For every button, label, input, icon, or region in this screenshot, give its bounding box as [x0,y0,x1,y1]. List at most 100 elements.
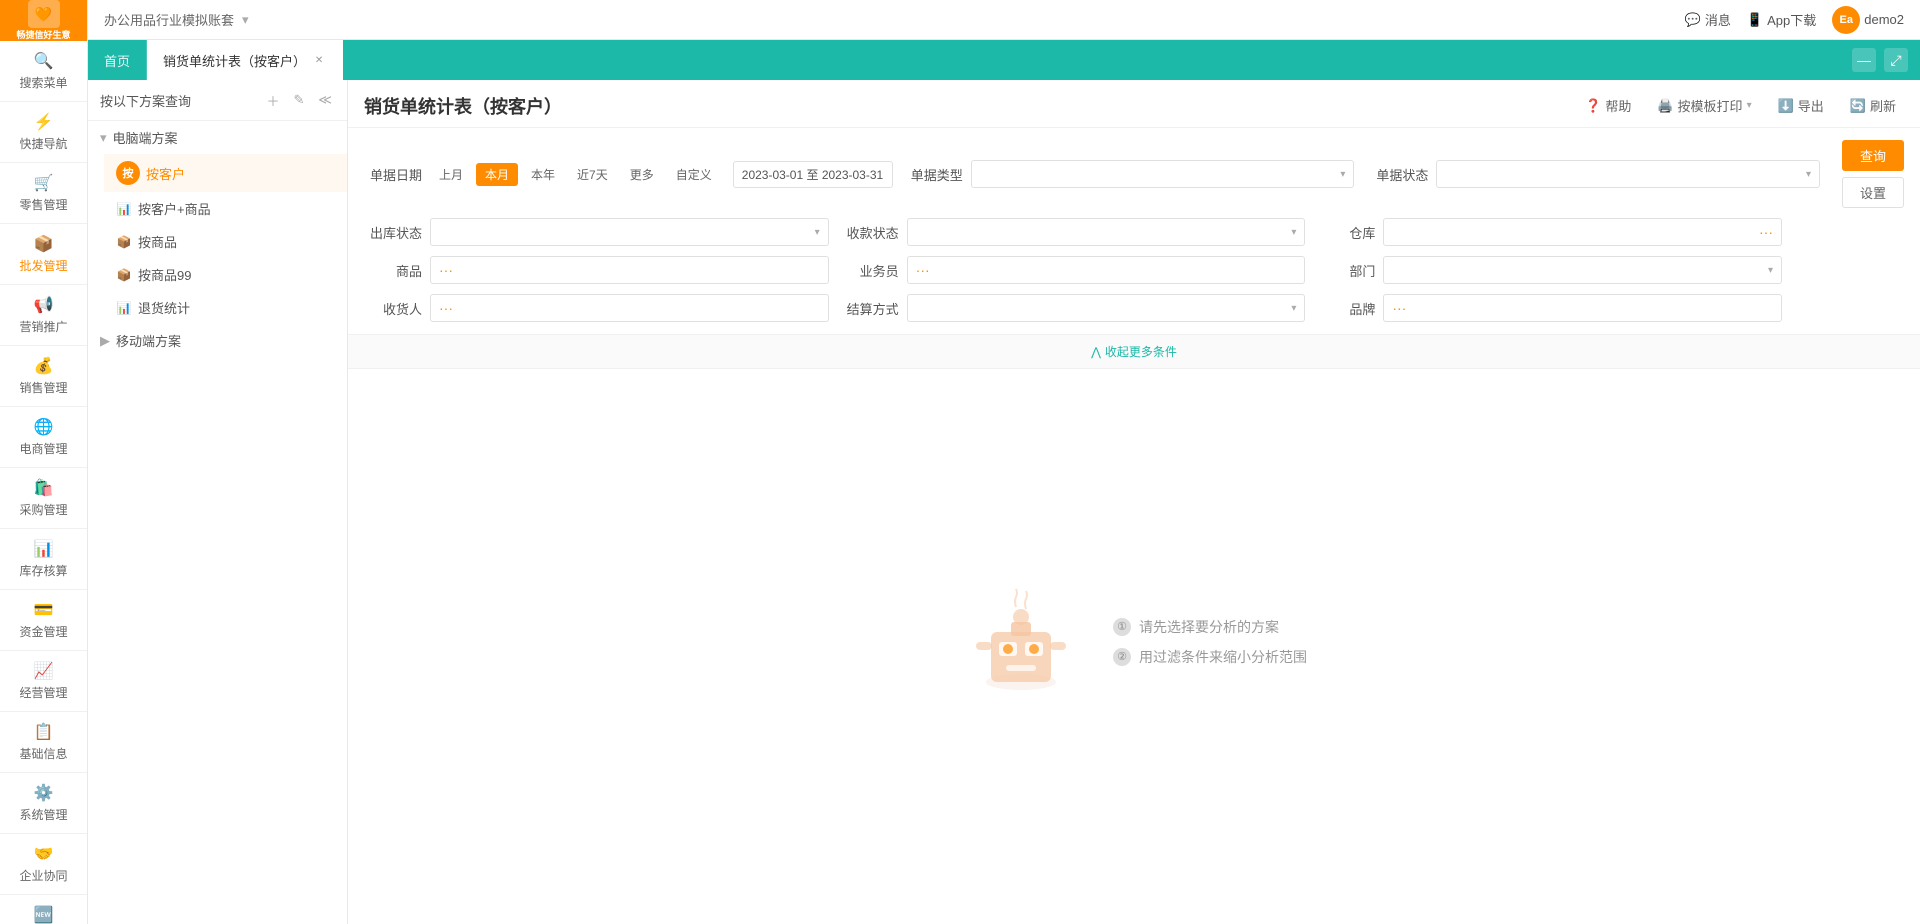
retail-icon: 🛒 [34,173,54,193]
tree-item-return-stats[interactable]: 📊 退货统计 [104,291,347,324]
print-btn[interactable]: 🖨️ 按模板打印 ▾ [1649,92,1759,119]
settings-btn[interactable]: 设置 [1842,177,1904,208]
sidebar-item-search[interactable]: 🔍 搜索菜单 [0,41,88,102]
sidebar-item-label: 销售管理 [19,379,67,396]
dropdown-icon[interactable]: ▾ [242,12,249,28]
sidebar-item-retail[interactable]: 🛒 零售管理 [0,163,88,224]
app-download-btn[interactable]: 📱 App下载 [1747,10,1816,29]
print-icon: 🖨️ [1657,98,1673,114]
brand-dots: ··· [1392,300,1406,316]
hint-num-2: ② [1113,648,1131,666]
export-btn[interactable]: ⬇️ 导出 [1770,92,1832,119]
sidebar-item-newguide[interactable]: 🆕 新手引导 [0,895,88,924]
tab-bar: 首页 销货单统计表（按客户） ✕ — ⤢ [88,40,1920,80]
tree-group-mobile[interactable]: ▶ 移动端方案 [88,324,347,357]
app-download-label: App下载 [1767,10,1816,29]
product-input: ··· [430,256,829,284]
tab-close-icon[interactable]: ✕ [312,53,326,67]
page-header: 销货单统计表（按客户） ❓ 帮助 🖨️ 按模板打印 ▾ ⬇️ 导出 [348,80,1920,128]
salesperson-select[interactable]: ··· [907,256,1306,284]
sidebar-item-marketing[interactable]: 📢 营销推广 [0,285,88,346]
sidebar-item-finance[interactable]: 💳 资金管理 [0,590,88,651]
page-actions: ❓ 帮助 🖨️ 按模板打印 ▾ ⬇️ 导出 🔄 刷新 [1577,92,1904,119]
warehouse-select[interactable]: ··· [1383,218,1782,246]
filter-cell-warehouse: 仓库 ··· [1317,218,1782,246]
date-tab-custom[interactable]: 自定义 [667,163,721,186]
receive-status-input: ▾ [907,218,1306,246]
date-tab-last7[interactable]: 近7天 [568,163,617,186]
date-tab-this-month[interactable]: 本月 [476,163,518,186]
tree-group-desktop[interactable]: ▾ 电脑端方案 [88,121,347,154]
edit-scheme-btn[interactable]: ✎ [289,90,309,110]
order-status-select[interactable]: ▾ [1436,160,1820,188]
sidebar-item-purchase[interactable]: 🛍️ 采购管理 [0,468,88,529]
date-range-input[interactable]: 2023-03-01 至 2023-03-31 [733,161,893,188]
settlement-select[interactable]: ▾ [907,294,1306,322]
help-btn[interactable]: ❓ 帮助 [1577,92,1639,119]
hint-num-1: ① [1113,618,1131,636]
hint-text-1: 请先选择要分析的方案 [1139,617,1279,637]
product-select[interactable]: ··· [430,256,829,284]
user-info[interactable]: Ea demo2 [1832,6,1904,34]
out-status-select[interactable]: ▾ [430,218,829,246]
warehouse-input: ··· [1383,218,1782,246]
sidebar-item-basic[interactable]: 📋 基础信息 [0,712,88,773]
ecommerce-icon: 🌐 [34,417,54,437]
query-buttons: 查询 设置 [1842,140,1904,208]
sales-icon: 💰 [34,356,54,376]
date-tab-this-year[interactable]: 本年 [522,163,564,186]
date-tab-last-month[interactable]: 上月 [430,163,472,186]
active-indicator: 按 [116,161,140,185]
brand-select[interactable]: ··· [1383,294,1782,322]
sidebar-item-quick[interactable]: ⚡ 快捷导航 [0,102,88,163]
tree-item-by-product[interactable]: 📦 按商品 [104,225,347,258]
receive-status-label: 收款状态 [841,223,899,242]
tree-item-by-product-99[interactable]: 📦 按商品99 [104,258,347,291]
tab-report[interactable]: 销货单统计表（按客户） ✕ [147,40,343,80]
app-download-icon: 📱 [1747,12,1763,28]
tree-item-by-customer[interactable]: 按 按客户 [104,154,347,192]
collapse-panel-btn[interactable]: ≪ [315,90,335,110]
refresh-icon: 🔄 [1850,98,1866,114]
brand-input: ··· [1383,294,1782,322]
order-type-label: 单据类型 [905,165,963,184]
receive-status-select[interactable]: ▾ [907,218,1306,246]
tab-maximize-btn[interactable]: ⤢ [1884,48,1908,72]
sidebar-item-cooperation[interactable]: 🤝 企业协同 [0,834,88,895]
filter-cell-salesperson: 业务员 ··· [841,256,1306,284]
order-type-select[interactable]: ▾ [971,160,1355,188]
query-btn[interactable]: 查询 [1842,140,1904,171]
tab-minimize-btn[interactable]: — [1852,48,1876,72]
add-scheme-btn[interactable]: ＋ [263,90,283,110]
salesperson-label: 业务员 [841,261,899,280]
message-btn[interactable]: 💬 消息 [1685,10,1731,29]
sidebar-item-wholesale[interactable]: 📦 批发管理 [0,224,88,285]
tab-home[interactable]: 首页 [88,40,147,80]
quick-icon: ⚡ [34,112,54,132]
receiver-select[interactable]: ··· [430,294,829,322]
page-title: 销货单统计表（按客户） [364,93,562,119]
sidebar-item-ecommerce[interactable]: 🌐 电商管理 [0,407,88,468]
sidebar-item-operations[interactable]: 📈 经营管理 [0,651,88,712]
sidebar-item-label: 企业协同 [19,867,67,884]
sidebar-item-sales[interactable]: 💰 销售管理 [0,346,88,407]
settlement-label: 结算方式 [841,299,899,318]
refresh-label: 刷新 [1870,96,1896,115]
filter-row-4: 收货人 ··· 结算方式 ▾ [364,294,1904,322]
tree-item-customer-product[interactable]: 📊 按客户+商品 [104,192,347,225]
department-select[interactable]: ▾ [1383,256,1782,284]
sidebar-item-label: 营销推广 [19,318,67,335]
filter-cell-receiver: 收货人 ··· [364,294,829,322]
filter-row-1: 单据日期 上月 本月 本年 近7天 更多 自定义 2023-03-01 至 20… [364,140,1904,208]
sidebar-item-system[interactable]: ⚙️ 系统管理 [0,773,88,834]
sidebar-item-inventory[interactable]: 📊 库存核算 [0,529,88,590]
filter-area: 单据日期 上月 本月 本年 近7天 更多 自定义 2023-03-01 至 20… [348,128,1920,335]
refresh-btn[interactable]: 🔄 刷新 [1842,92,1904,119]
filter-row-2: 出库状态 ▾ 收款状态 ▾ [364,218,1904,246]
empty-illustration [961,587,1081,707]
collapse-bar[interactable]: ⋀ 收起更多条件 [348,335,1920,369]
date-tab-more[interactable]: 更多 [621,163,663,186]
group-expand-icon: ▾ [100,130,107,146]
filter-cell-settlement: 结算方式 ▾ [841,294,1306,322]
user-name: demo2 [1864,12,1904,27]
